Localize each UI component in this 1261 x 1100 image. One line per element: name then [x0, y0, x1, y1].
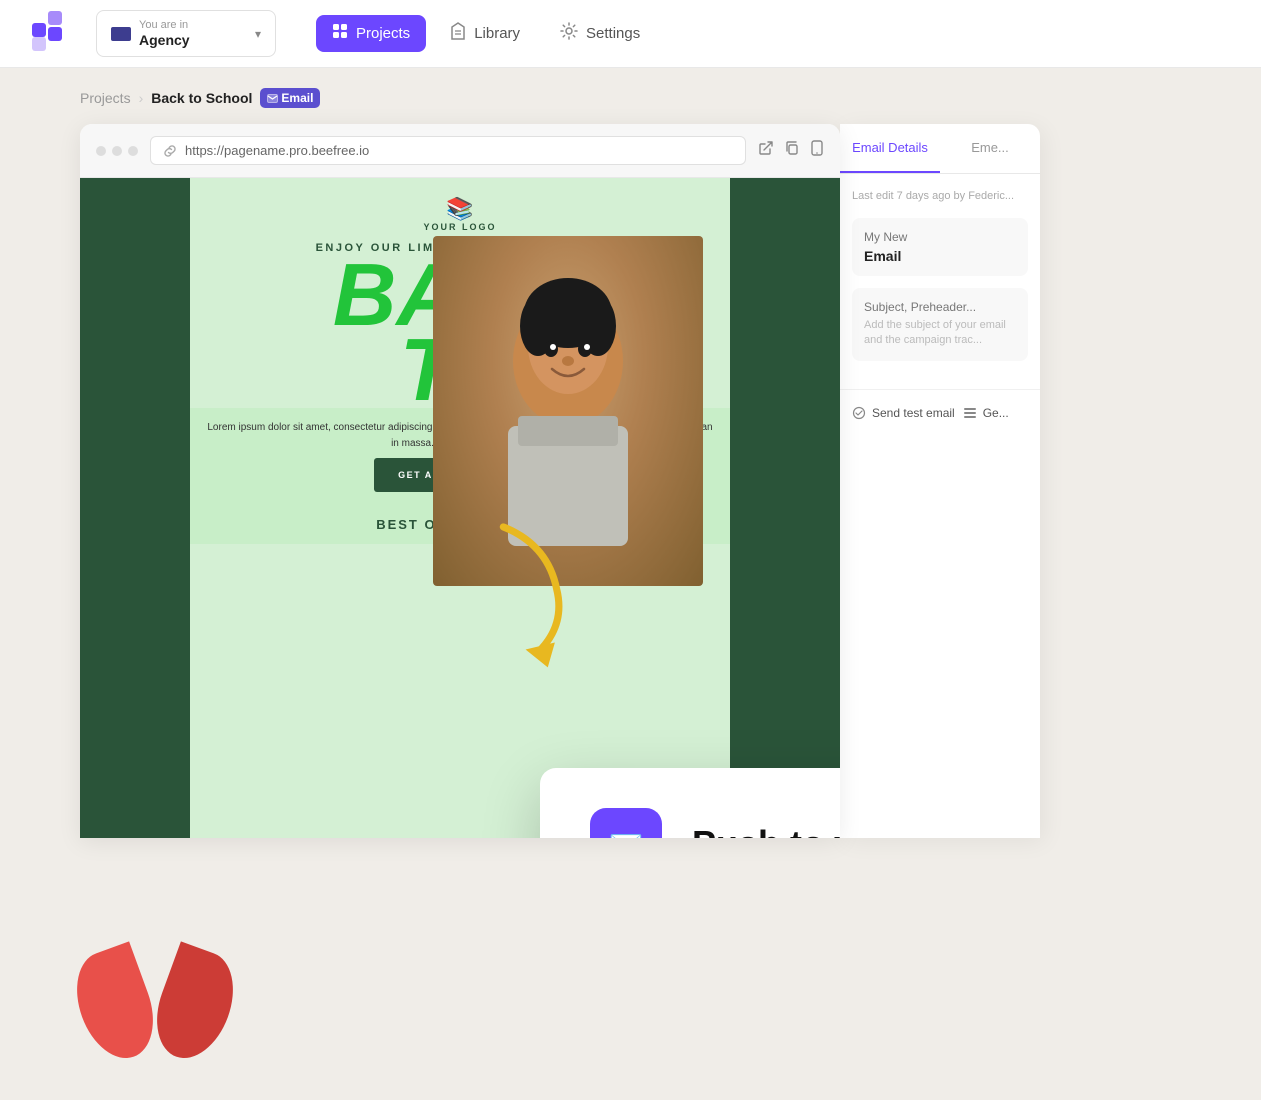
url-text: https://pagename.pro.beefree.io: [185, 143, 369, 158]
email-side-panel-left: [80, 178, 190, 838]
email-type-badge: Email: [260, 88, 320, 108]
main-content: https://pagename.pro.beefree.io: [0, 124, 1261, 838]
email-logo-icon: 📚: [446, 196, 473, 222]
email-logo-area: 📚 YOUR LOGO: [423, 178, 496, 232]
breadcrumb-separator: ›: [139, 90, 144, 106]
projects-icon: [332, 23, 348, 44]
browser-dot-3: [128, 146, 138, 156]
flower-petal-left: [63, 941, 166, 1068]
breadcrumb-current: Back to School Email: [151, 88, 320, 108]
nav-item-projects[interactable]: Projects: [316, 15, 426, 52]
yellow-arrow-decoration: [470, 518, 610, 698]
email-preview-content: 📚 YOUR LOGO ENJOY OUR LIMITED TIME DISCO…: [80, 178, 840, 838]
browser-window-controls: [96, 146, 138, 156]
subject-hint: Add the subject of your email and the ca…: [864, 318, 1016, 349]
action-buttons-row: Send test email Ge...: [840, 389, 1040, 436]
browser-dot-2: [112, 146, 122, 156]
email-side-panel-right: [730, 178, 840, 838]
library-label: Library: [474, 25, 520, 42]
library-icon: [450, 22, 466, 45]
url-bar: https://pagename.pro.beefree.io: [150, 136, 746, 165]
tab-eme[interactable]: Eme...: [940, 124, 1040, 173]
app-logo[interactable]: [32, 11, 72, 56]
workspace-flag-icon: [111, 27, 131, 41]
browser-dot-1: [96, 146, 106, 156]
list-icon: [963, 406, 977, 420]
breadcrumb: Projects › Back to School Email: [0, 68, 1261, 124]
workspace-text: You are in Agency: [139, 19, 247, 48]
top-navigation: You are in Agency ▾ Projects: [0, 0, 1261, 68]
right-panel-tab-bar: Email Details Eme...: [840, 124, 1040, 174]
email-name-value: Email: [864, 248, 1016, 264]
external-link-button[interactable]: [758, 140, 774, 161]
settings-label: Settings: [586, 25, 640, 42]
email-name-strong: Email: [864, 248, 901, 264]
email-design-canvas: 📚 YOUR LOGO ENJOY OUR LIMITED TIME DISCO…: [80, 178, 840, 838]
secondary-action-label: Ge...: [983, 406, 1009, 420]
envelope-emoji-icon: ✉️: [609, 828, 644, 839]
send-test-email-button[interactable]: Send test email: [852, 402, 955, 424]
popup-envelope-icon: ✉️: [590, 808, 662, 838]
mobile-view-button[interactable]: [810, 140, 824, 161]
email-logo-text: YOUR LOGO: [423, 222, 496, 232]
popup-card: ✉️ Push to your sending system: [540, 768, 840, 838]
browser-chrome-bar: https://pagename.pro.beefree.io: [80, 124, 840, 178]
flower-petal-right: [143, 941, 246, 1068]
send-test-email-icon: [852, 406, 866, 420]
workspace-selector[interactable]: You are in Agency ▾: [96, 10, 276, 57]
chevron-down-icon: ▾: [255, 27, 261, 41]
settings-icon: [560, 22, 578, 45]
secondary-action-button[interactable]: Ge...: [963, 402, 1009, 424]
field-label-my-new: My New: [864, 230, 907, 244]
email-name-label: My New: [864, 230, 1016, 244]
nav-item-library[interactable]: Library: [434, 14, 536, 53]
subject-label: Subject, Preheader...: [864, 300, 1016, 314]
last-edit-info: Last edit 7 days ago by Federic...: [852, 190, 1028, 202]
workspace-name: Agency: [139, 32, 247, 48]
decorative-flower: [80, 930, 200, 1060]
email-badge-label: Email: [281, 91, 313, 105]
link-icon: [163, 144, 177, 158]
breadcrumb-current-label: Back to School: [151, 90, 252, 106]
nav-item-settings[interactable]: Settings: [544, 14, 656, 53]
subject-preheader-field-group[interactable]: Subject, Preheader... Add the subject of…: [852, 288, 1028, 361]
workspace-label: You are in: [139, 19, 247, 32]
browser-action-buttons: [758, 140, 824, 161]
send-test-email-label: Send test email: [872, 406, 955, 420]
right-panel-body: Last edit 7 days ago by Federic... My Ne…: [840, 174, 1040, 389]
main-navigation: Projects Library Settings: [316, 14, 656, 53]
copy-button[interactable]: [784, 140, 800, 161]
tab-email-details[interactable]: Email Details: [840, 124, 940, 173]
right-details-panel: Email Details Eme... Last edit 7 days ag…: [840, 124, 1040, 838]
popup-message-text: Push to your sending system: [692, 822, 840, 838]
email-preview-panel: https://pagename.pro.beefree.io: [80, 124, 840, 838]
breadcrumb-parent[interactable]: Projects: [80, 90, 131, 106]
email-name-field-group[interactable]: My New Email: [852, 218, 1028, 276]
projects-label: Projects: [356, 25, 410, 42]
